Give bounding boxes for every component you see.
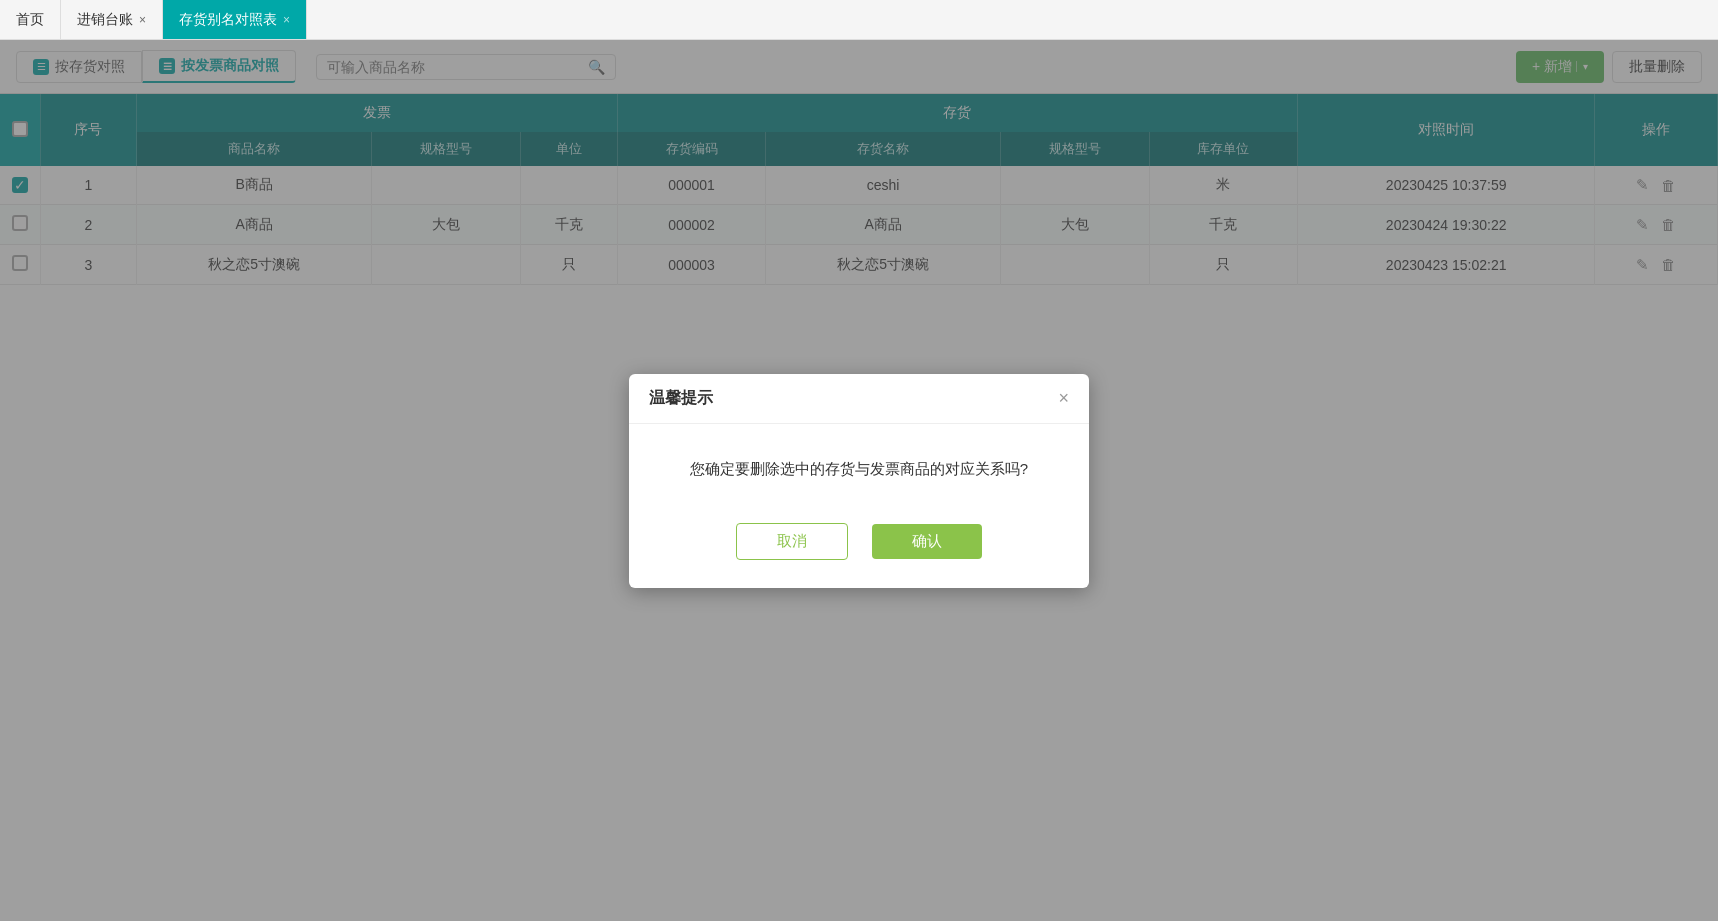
tab-ledger[interactable]: 进销台账 × [61, 0, 163, 39]
dialog-cancel-button[interactable]: 取消 [736, 523, 848, 560]
tab-home[interactable]: 首页 [0, 0, 61, 39]
tab-ledger-label: 进销台账 [77, 11, 133, 29]
main-content: ☰ 按存货对照 ☰ 按发票商品对照 🔍 + 新增 ▾ 批量删除 [0, 40, 1718, 921]
dialog-body: 您确定要删除选中的存货与发票商品的对应关系吗? [629, 424, 1089, 503]
dialog-title: 温馨提示 [649, 388, 713, 409]
overlay: 温馨提示 × 您确定要删除选中的存货与发票商品的对应关系吗? 取消 确认 [0, 40, 1718, 921]
tab-inventory-close[interactable]: × [283, 13, 290, 27]
dialog-header: 温馨提示 × [629, 374, 1089, 424]
tab-home-label: 首页 [16, 11, 44, 29]
confirm-dialog: 温馨提示 × 您确定要删除选中的存货与发票商品的对应关系吗? 取消 确认 [629, 374, 1089, 588]
tab-inventory-label: 存货别名对照表 [179, 11, 277, 29]
tab-bar: 首页 进销台账 × 存货别名对照表 × [0, 0, 1718, 40]
tab-ledger-close[interactable]: × [139, 13, 146, 27]
dialog-close-icon[interactable]: × [1058, 389, 1069, 407]
dialog-footer: 取消 确认 [629, 503, 1089, 588]
tab-inventory[interactable]: 存货别名对照表 × [163, 0, 307, 39]
dialog-confirm-button[interactable]: 确认 [872, 524, 982, 559]
dialog-message: 您确定要删除选中的存货与发票商品的对应关系吗? [690, 460, 1028, 477]
